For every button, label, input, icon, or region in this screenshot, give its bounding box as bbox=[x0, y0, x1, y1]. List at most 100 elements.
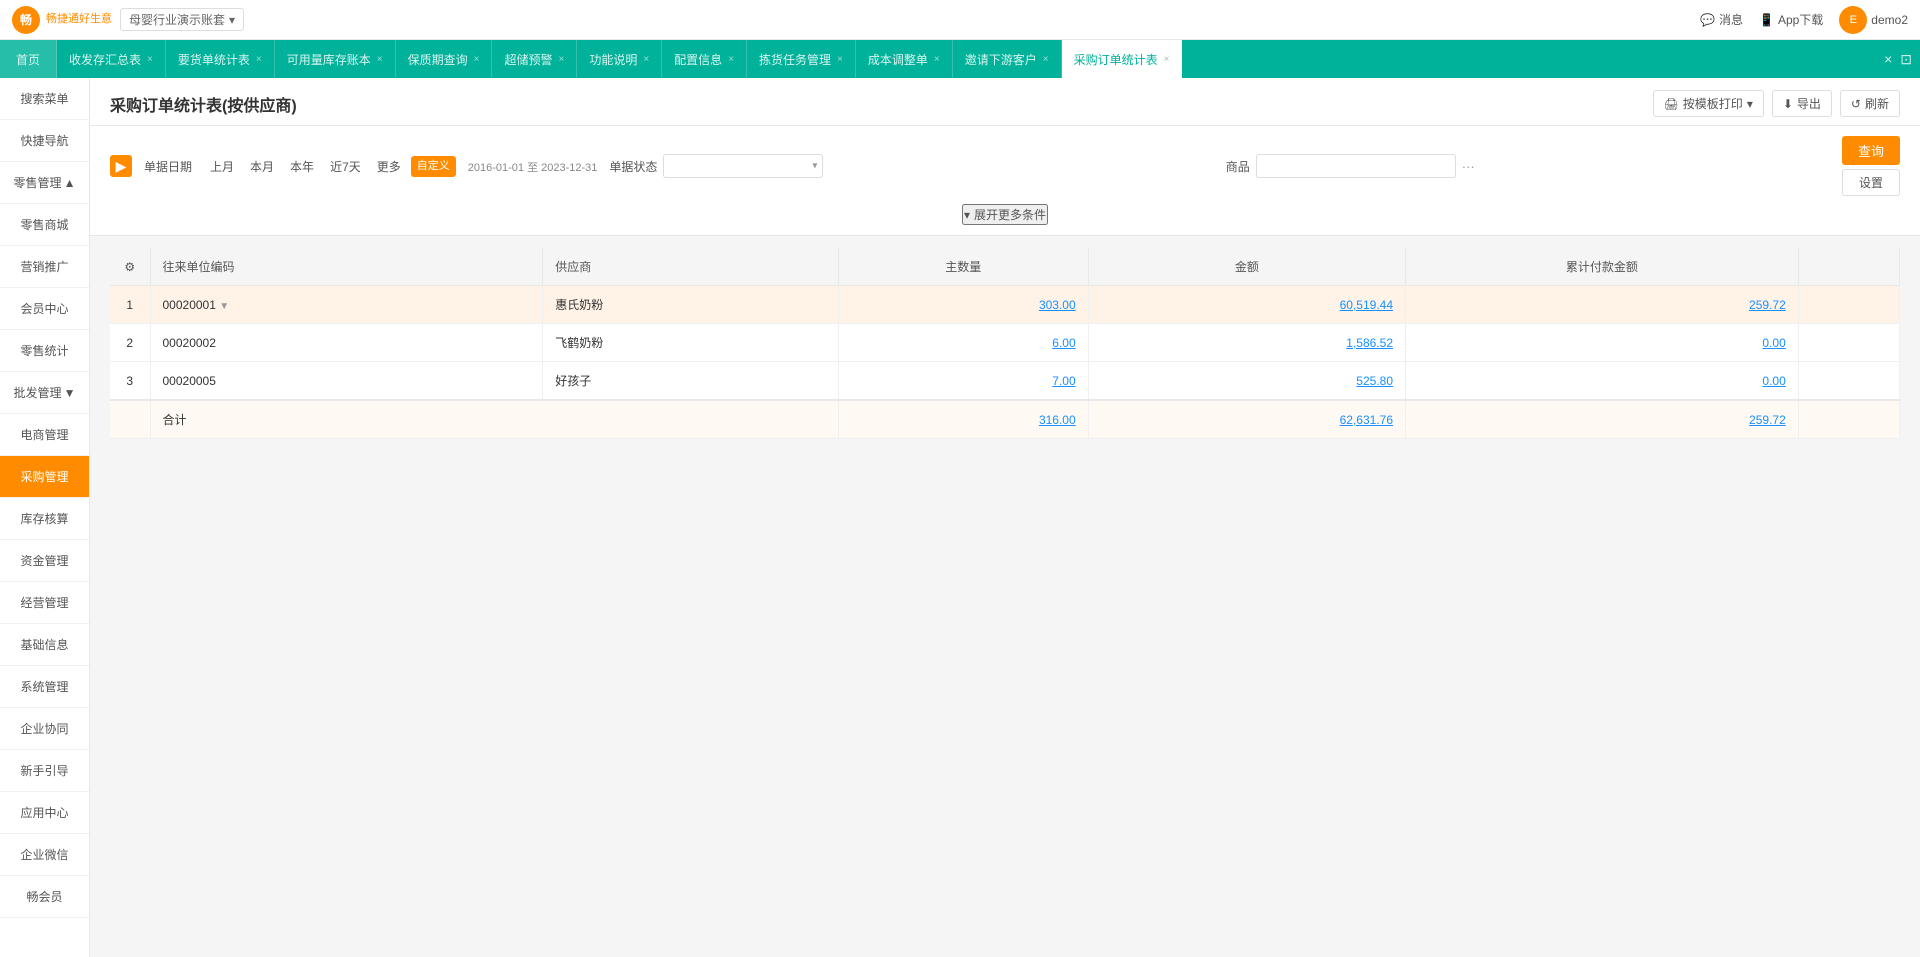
date-more-btn[interactable]: 更多 bbox=[371, 156, 407, 177]
row-paid[interactable]: 0.00 bbox=[1406, 324, 1799, 362]
sidebar-item-app-center[interactable]: 应用中心 bbox=[0, 792, 89, 834]
sidebar: 搜索菜单 快捷导航 零售管理 ▲ 零售商城 营销推广 会员中心 零售统计 批发管… bbox=[0, 78, 90, 957]
goods-input[interactable] bbox=[1256, 154, 1456, 178]
user-area[interactable]: E demo2 bbox=[1839, 6, 1908, 34]
row-quantity[interactable]: 6.00 bbox=[838, 324, 1088, 362]
filter-area: ▶ 单据日期 上月 本月 本年 近7天 更多 自定义 2016-01-01 至 … bbox=[90, 126, 1920, 236]
tab-close-icon[interactable]: × bbox=[643, 54, 649, 65]
tab-purchase-stats[interactable]: 采购订单统计表 × bbox=[1062, 40, 1183, 78]
tab-label: 收发存汇总表 bbox=[69, 51, 141, 68]
settings-icon[interactable]: ⚙ bbox=[124, 260, 135, 274]
tab-picking-task[interactable]: 拣货任务管理 × bbox=[747, 40, 856, 78]
tab-shelf-life[interactable]: 保质期查询 × bbox=[396, 40, 493, 78]
tab-order-summary[interactable]: 要货单统计表 × bbox=[166, 40, 275, 78]
date-last-7-days-btn[interactable]: 近7天 bbox=[324, 156, 367, 177]
col-amount: 金额 bbox=[1088, 248, 1405, 286]
tab-label: 保质期查询 bbox=[408, 51, 468, 68]
retail-stats-label: 零售统计 bbox=[6, 342, 83, 359]
sidebar-item-member2[interactable]: 畅会员 bbox=[0, 876, 89, 918]
status-select[interactable] bbox=[663, 154, 823, 178]
status-filter-label: 单据状态 bbox=[609, 158, 657, 175]
tab-label: 功能说明 bbox=[589, 51, 637, 68]
sidebar-item-purchase[interactable]: 采购管理 bbox=[0, 456, 89, 498]
filter-expand-btn[interactable]: ▶ bbox=[110, 155, 132, 177]
workspace-label: 母婴行业演示账套 bbox=[129, 11, 225, 28]
expand-more-btn[interactable]: ▾ 展开更多条件 bbox=[962, 204, 1048, 225]
tab-overstock[interactable]: 超储预警 × bbox=[492, 40, 577, 78]
print-button[interactable]: 🖨 按模板打印 ▾ bbox=[1653, 90, 1764, 117]
sidebar-item-operations[interactable]: 经营管理 bbox=[0, 582, 89, 624]
tab-close-icon[interactable]: × bbox=[377, 54, 383, 65]
top-bar-right: 💬 消息 📱 App下载 E demo2 bbox=[1700, 6, 1908, 34]
tab-close-icon[interactable]: × bbox=[728, 54, 734, 65]
tab-close-icon[interactable]: × bbox=[1043, 54, 1049, 65]
tab-close-icon[interactable]: × bbox=[256, 54, 262, 65]
setting-button[interactable]: 设置 bbox=[1842, 169, 1900, 196]
footer-extra bbox=[1798, 400, 1899, 439]
app-download-btn[interactable]: 📱 App下载 bbox=[1759, 11, 1823, 28]
enterprise-label: 企业协同 bbox=[6, 720, 83, 737]
goods-more-icon[interactable]: ··· bbox=[1462, 159, 1475, 174]
tab-label: 采购订单统计表 bbox=[1074, 51, 1158, 68]
tab-close-icon[interactable]: × bbox=[1164, 54, 1170, 65]
tab-close-all-btn[interactable]: × bbox=[1884, 51, 1892, 67]
footer-amount: 62,631.76 bbox=[1088, 400, 1405, 439]
tab-close-icon[interactable]: × bbox=[474, 54, 480, 65]
export-button[interactable]: ⬇ 导出 bbox=[1772, 90, 1832, 117]
date-custom-badge: 自定义 bbox=[411, 156, 456, 177]
tab-close-icon[interactable]: × bbox=[837, 54, 843, 65]
sidebar-item-retail-shop[interactable]: 零售商城 bbox=[0, 204, 89, 246]
refresh-label: 刷新 bbox=[1865, 95, 1889, 112]
row-quantity[interactable]: 303.00 bbox=[838, 286, 1088, 324]
message-btn[interactable]: 💬 消息 bbox=[1700, 11, 1743, 28]
sidebar-item-inventory[interactable]: 库存核算 bbox=[0, 498, 89, 540]
row-paid[interactable]: 0.00 bbox=[1406, 362, 1799, 401]
row-amount[interactable]: 525.80 bbox=[1088, 362, 1405, 401]
sidebar-item-quicknav[interactable]: 快捷导航 bbox=[0, 120, 89, 162]
sidebar-item-marketing[interactable]: 营销推广 bbox=[0, 246, 89, 288]
sidebar-item-ecommerce[interactable]: 电商管理 bbox=[0, 414, 89, 456]
tab-config-info[interactable]: 配置信息 × bbox=[662, 40, 747, 78]
row-supplier: 好孩子 bbox=[543, 362, 839, 401]
export-icon: ⬇ bbox=[1783, 97, 1793, 111]
tab-home[interactable]: 首页 bbox=[0, 40, 57, 78]
workspace-selector[interactable]: 母婴行业演示账套 ▾ bbox=[120, 8, 244, 31]
sidebar-item-system[interactable]: 系统管理 bbox=[0, 666, 89, 708]
tab-close-icon[interactable]: × bbox=[147, 54, 153, 65]
chevron-down-icon: ▾ bbox=[964, 208, 970, 222]
sidebar-item-basic-info[interactable]: 基础信息 bbox=[0, 624, 89, 666]
refresh-button[interactable]: ↺ 刷新 bbox=[1840, 90, 1900, 117]
tab-invite-customer[interactable]: 邀请下游客户 × bbox=[953, 40, 1062, 78]
row-amount[interactable]: 1,586.52 bbox=[1088, 324, 1405, 362]
row-paid[interactable]: 259.72 bbox=[1406, 286, 1799, 324]
query-button[interactable]: 查询 bbox=[1842, 136, 1900, 165]
sidebar-item-new-guide[interactable]: 新手引导 bbox=[0, 750, 89, 792]
date-last-month-btn[interactable]: 上月 bbox=[204, 156, 240, 177]
sidebar-item-search[interactable]: 搜索菜单 bbox=[0, 78, 89, 120]
goods-filter-field: 商品 ··· bbox=[1226, 154, 1830, 178]
row-quantity[interactable]: 7.00 bbox=[838, 362, 1088, 401]
sidebar-item-retail-stats[interactable]: 零售统计 bbox=[0, 330, 89, 372]
date-this-year-btn[interactable]: 本年 bbox=[284, 156, 320, 177]
tab-restore-btn[interactable]: ⊡ bbox=[1900, 51, 1912, 68]
sidebar-item-member[interactable]: 会员中心 bbox=[0, 288, 89, 330]
sidebar-item-enterprise[interactable]: 企业协同 bbox=[0, 708, 89, 750]
expand-arrow-icon[interactable]: ▼ bbox=[219, 301, 229, 312]
sidebar-item-finance[interactable]: 资金管理 bbox=[0, 540, 89, 582]
row-supplier: 惠氏奶粉 bbox=[543, 286, 839, 324]
sidebar-item-enterprise-wechat[interactable]: 企业微信 bbox=[0, 834, 89, 876]
tab-cost-adjust[interactable]: 成本调整单 × bbox=[856, 40, 953, 78]
tab-close-icon[interactable]: × bbox=[934, 54, 940, 65]
footer-empty-1 bbox=[110, 400, 150, 439]
tab-function-desc[interactable]: 功能说明 × bbox=[577, 40, 662, 78]
row-unit-code: 00020001 ▼ bbox=[150, 286, 543, 324]
tab-close-icon[interactable]: × bbox=[558, 54, 564, 65]
row-amount[interactable]: 60,519.44 bbox=[1088, 286, 1405, 324]
sidebar-item-retail-mgmt[interactable]: 零售管理 ▲ bbox=[0, 162, 89, 204]
date-this-month-btn[interactable]: 本月 bbox=[244, 156, 280, 177]
tab-available-stock[interactable]: 可用量库存账本 × bbox=[275, 40, 396, 78]
tab-receive-summary[interactable]: 收发存汇总表 × bbox=[57, 40, 166, 78]
message-icon: 💬 bbox=[1700, 13, 1715, 27]
tab-label: 拣货任务管理 bbox=[759, 51, 831, 68]
sidebar-item-wholesale[interactable]: 批发管理 ▼ bbox=[0, 372, 89, 414]
